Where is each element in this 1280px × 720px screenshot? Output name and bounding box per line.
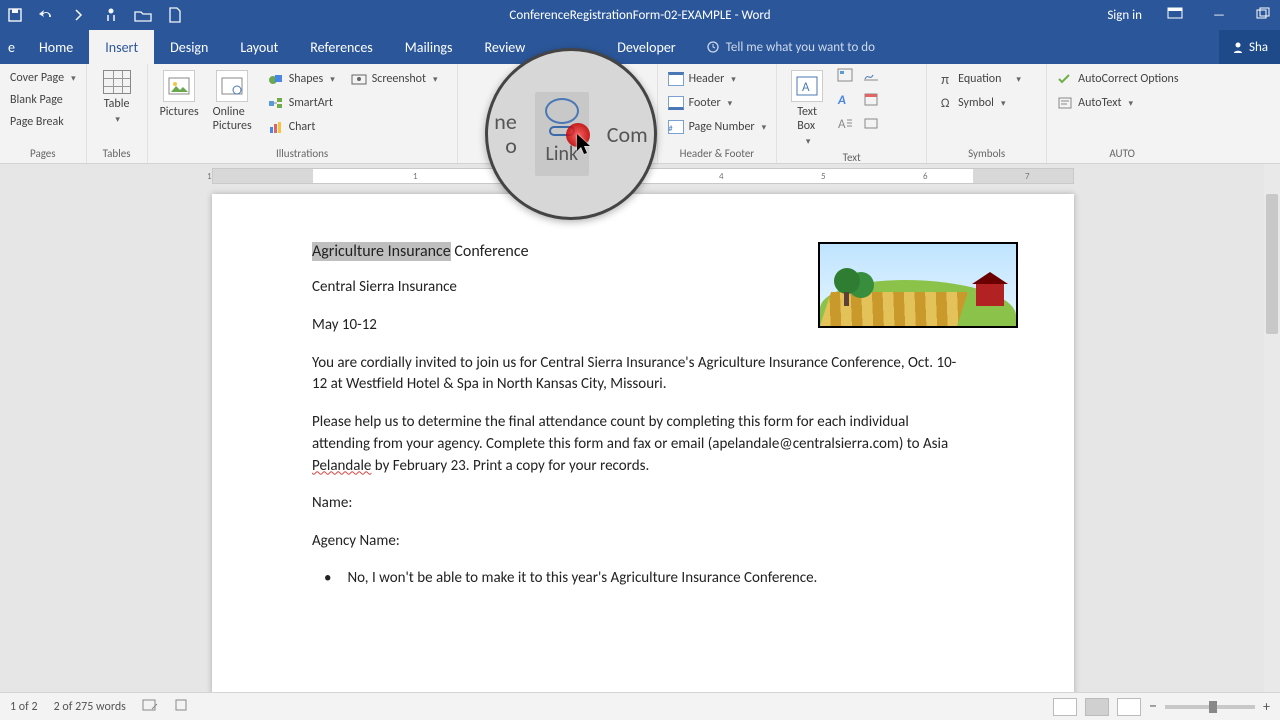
online-pictures-icon <box>216 70 248 102</box>
symbol-button[interactable]: ΩSymbol▾ <box>935 92 1023 114</box>
tab-layout[interactable]: Layout <box>224 30 294 64</box>
screenshot-icon <box>351 71 367 87</box>
tab-references[interactable]: References <box>294 30 388 64</box>
group-illustrations-label: Illustrations <box>156 145 449 163</box>
window-title: ConferenceRegistrationForm-02-EXAMPLE - … <box>509 8 770 23</box>
smartart-icon <box>268 95 284 111</box>
doc-para-instructions[interactable]: Please help us to determine the final at… <box>312 412 952 477</box>
footer-icon <box>668 95 684 111</box>
object-icon[interactable] <box>863 116 879 134</box>
minimize-button[interactable]: — <box>1208 8 1230 23</box>
svg-text:A: A <box>802 80 810 95</box>
svg-text:A: A <box>838 117 846 130</box>
table-button[interactable]: Table▾ <box>95 68 139 127</box>
share-button[interactable]: Sha <box>1219 30 1280 64</box>
scrollbar-thumb[interactable] <box>1266 194 1278 334</box>
equation-icon: π <box>937 71 953 87</box>
group-symbols-label: Symbols <box>935 145 1038 163</box>
shapes-icon <box>268 71 284 87</box>
undo-icon[interactable] <box>38 6 56 24</box>
shapes-button[interactable]: Shapes▾ <box>266 68 337 90</box>
new-doc-icon[interactable] <box>166 6 184 24</box>
word-count[interactable]: 2 of 275 words <box>54 700 126 714</box>
page-count[interactable]: 1 of 2 <box>10 700 38 714</box>
group-header-footer-label: Header & Footer <box>666 145 769 163</box>
tell-me-search[interactable]: Tell me what you want to do <box>706 30 875 64</box>
cover-page-button[interactable]: Cover Page▾ <box>8 68 78 88</box>
document-page[interactable]: Agriculture Insurance Conference Central… <box>212 194 1074 692</box>
quick-parts-icon[interactable] <box>837 68 853 86</box>
loupe-right-text: Com <box>607 121 648 148</box>
macro-icon[interactable] <box>174 698 188 716</box>
header-icon <box>668 71 684 87</box>
redo-icon[interactable] <box>70 6 88 24</box>
chart-button[interactable]: Chart <box>266 116 337 138</box>
vertical-scrollbar[interactable] <box>1264 164 1280 692</box>
blank-page-button[interactable]: Blank Page <box>8 90 78 110</box>
text-box-button[interactable]: AText Box▾ <box>785 68 829 149</box>
equation-button[interactable]: πEquation▾ <box>935 68 1023 90</box>
drop-cap-icon[interactable]: A <box>837 116 853 134</box>
group-tables-label: Tables <box>95 145 139 163</box>
page-number-button[interactable]: #Page Number▾ <box>666 116 769 138</box>
autotext-button[interactable]: AutoText▾ <box>1055 92 1180 114</box>
group-pages-label: Pages <box>8 145 78 163</box>
header-button[interactable]: Header▾ <box>666 68 769 90</box>
tab-file[interactable]: e <box>0 30 23 64</box>
sign-in-link[interactable]: Sign in <box>1107 8 1142 23</box>
restore-button[interactable] <box>1252 7 1274 23</box>
quick-access-toolbar <box>6 6 184 24</box>
magnifier-overlay: ne o Link Com <box>485 48 657 220</box>
tab-design[interactable]: Design <box>154 30 224 64</box>
cursor-icon <box>576 133 594 161</box>
page-number-icon: # <box>668 119 684 135</box>
pictures-button[interactable]: Pictures <box>156 68 203 121</box>
zoom-in-button[interactable]: + <box>1263 698 1270 715</box>
doc-bullet-no[interactable]: •No, I won't be able to make it to this … <box>312 569 974 587</box>
ribbon-display-icon[interactable] <box>1164 7 1186 23</box>
globe-icon <box>545 98 579 124</box>
autocorrect-icon <box>1057 71 1073 87</box>
doc-para-invite[interactable]: You are cordially invited to join us for… <box>312 353 962 397</box>
print-layout-button[interactable] <box>1085 698 1109 716</box>
open-icon[interactable] <box>134 6 152 24</box>
autocorrect-options-button[interactable]: AutoCorrect Options <box>1055 68 1180 90</box>
smartart-button[interactable]: SmartArt <box>266 92 337 114</box>
farm-image[interactable] <box>818 242 1018 328</box>
wordart-icon[interactable]: A <box>837 92 853 110</box>
web-layout-button[interactable] <box>1117 698 1141 716</box>
tab-insert[interactable]: Insert <box>89 30 154 64</box>
status-bar: 1 of 2 2 of 275 words − + <box>0 692 1280 720</box>
document-area: 1 1 2 3 4 5 6 7 Agriculture Insurance Co… <box>0 164 1280 692</box>
save-icon[interactable] <box>6 6 24 24</box>
doc-para-agency[interactable]: Agency Name: <box>312 531 974 553</box>
touch-mode-icon[interactable] <box>102 6 120 24</box>
zoom-slider[interactable] <box>1165 705 1255 709</box>
loupe-left-text: ne o <box>494 110 517 158</box>
tab-home[interactable]: Home <box>23 30 89 64</box>
chart-icon <box>268 119 284 135</box>
page-break-button[interactable]: Page Break <box>8 112 78 132</box>
doc-para-name[interactable]: Name: <box>312 493 974 515</box>
text-box-icon: A <box>791 70 823 102</box>
group-auto-label: AUTO <box>1055 145 1189 163</box>
zoom-out-button[interactable]: − <box>1149 697 1157 716</box>
signature-line-icon[interactable] <box>863 68 879 86</box>
online-pictures-button[interactable]: Online Pictures <box>209 68 256 135</box>
title-bar: ConferenceRegistrationForm-02-EXAMPLE - … <box>0 0 1280 30</box>
footer-button[interactable]: Footer▾ <box>666 92 769 114</box>
pictures-icon <box>163 70 195 102</box>
read-mode-button[interactable] <box>1053 698 1077 716</box>
tab-mailings[interactable]: Mailings <box>389 30 469 64</box>
symbol-icon: Ω <box>937 95 953 111</box>
date-time-icon[interactable] <box>863 92 879 110</box>
screenshot-button[interactable]: Screenshot▾ <box>349 68 440 90</box>
svg-text:A: A <box>837 93 846 106</box>
autotext-icon <box>1057 95 1073 111</box>
spelling-icon[interactable] <box>142 698 158 716</box>
